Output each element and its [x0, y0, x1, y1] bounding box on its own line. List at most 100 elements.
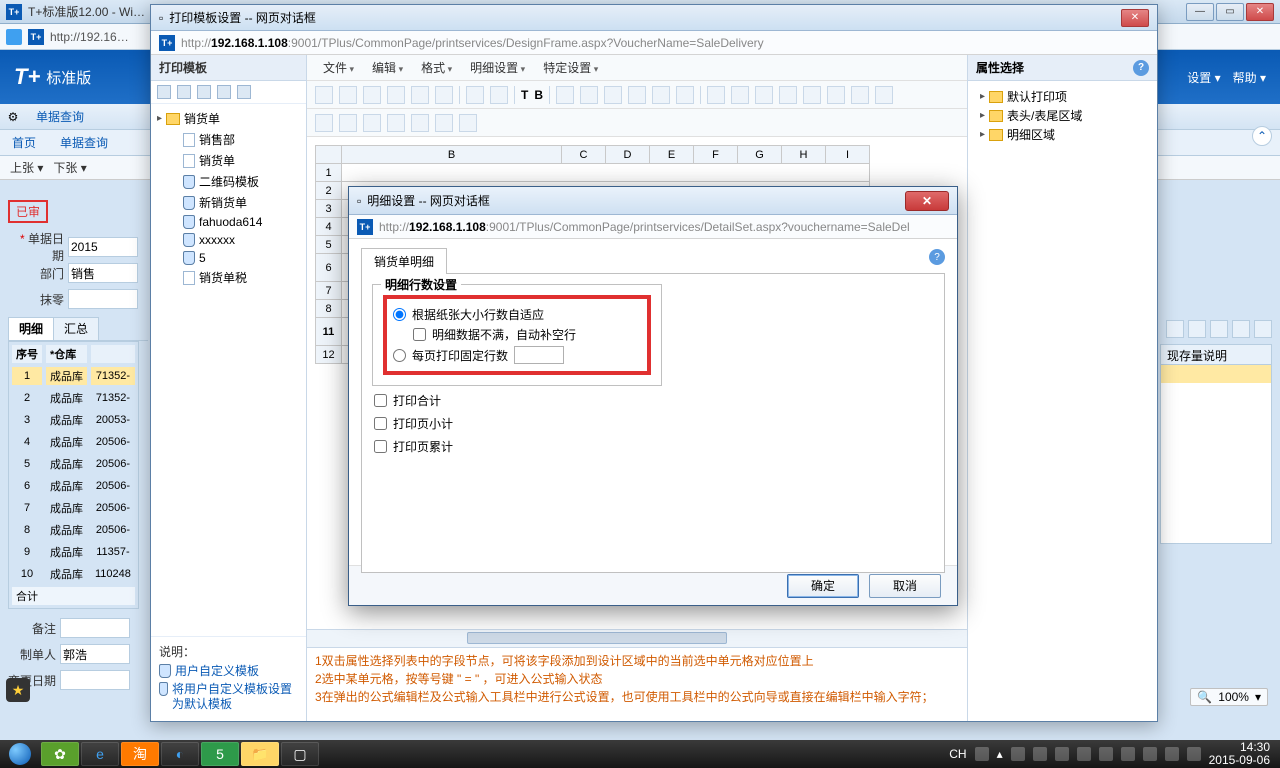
next-record[interactable]: 下张 ▾	[53, 159, 86, 176]
prop-node[interactable]: 明细区域	[974, 125, 1151, 144]
tray-icon[interactable]	[1055, 747, 1069, 761]
toolbar-icon[interactable]	[731, 86, 749, 104]
tree-item[interactable]: 销货单税	[155, 267, 302, 288]
nav-home[interactable]: 首页	[0, 134, 48, 151]
toolbar-icon[interactable]	[435, 114, 453, 132]
strip-label[interactable]: 单据查询	[26, 108, 94, 125]
tree-root[interactable]: 销货单	[155, 108, 302, 129]
toolbar-icon[interactable]	[827, 86, 845, 104]
toolbar-icon[interactable]	[875, 86, 893, 104]
new-icon[interactable]	[157, 85, 171, 99]
start-button[interactable]	[0, 740, 40, 768]
tray-icon[interactable]	[1187, 747, 1201, 761]
toolbar-icon[interactable]	[387, 86, 405, 104]
chgdate-input[interactable]	[60, 670, 130, 690]
round-input[interactable]	[68, 289, 138, 309]
tool-icon[interactable]	[1254, 320, 1272, 338]
table-row[interactable]: 6成品库20506-	[11, 476, 136, 496]
settings-menu[interactable]: 设置 ▾	[1187, 69, 1220, 86]
edit-icon[interactable]	[177, 85, 191, 99]
toolbar-icon[interactable]	[411, 114, 429, 132]
gear-icon[interactable]: ⚙	[0, 110, 26, 124]
menu-detail[interactable]: 明细设置	[462, 57, 533, 78]
horizontal-scrollbar[interactable]	[307, 629, 967, 647]
nav-query[interactable]: 单据查询	[48, 134, 120, 151]
bold-b-icon[interactable]: B	[534, 88, 543, 102]
menu-special[interactable]: 特定设置	[535, 57, 606, 78]
prev-record[interactable]: 上张 ▾	[10, 159, 43, 176]
help-icon[interactable]: ?	[1133, 60, 1149, 76]
taskbar-app[interactable]: 淘	[121, 742, 159, 766]
valign-icon[interactable]	[628, 86, 646, 104]
tree-item[interactable]: 5	[155, 249, 302, 267]
toolbar-icon[interactable]	[363, 114, 381, 132]
toolbar-icon[interactable]	[459, 114, 477, 132]
toolbar-icon[interactable]	[490, 86, 508, 104]
menu-format[interactable]: 格式	[413, 57, 460, 78]
dept-input[interactable]	[68, 263, 138, 283]
minimize-button[interactable]: —	[1186, 3, 1214, 21]
align-left-icon[interactable]	[556, 86, 574, 104]
tab-summary[interactable]: 汇总	[53, 317, 99, 340]
toolbar-icon[interactable]	[315, 86, 333, 104]
help-menu[interactable]: 帮助 ▾	[1233, 69, 1266, 86]
tab-detail[interactable]: 明细	[8, 317, 54, 340]
prop-node[interactable]: 默认打印项	[974, 87, 1151, 106]
cancel-button[interactable]: 取消	[869, 574, 941, 598]
table-row[interactable]: 2成品库71352-	[11, 388, 136, 408]
favorites-button[interactable]: ★	[6, 678, 30, 702]
tree-item[interactable]: fahuoda614	[155, 213, 302, 231]
toolbar-icon[interactable]	[339, 86, 357, 104]
maker-input[interactable]	[60, 644, 130, 664]
taskbar-app[interactable]: ◐	[161, 742, 199, 766]
dlg1-close-button[interactable]: ✕	[1121, 9, 1149, 27]
toolbar-icon[interactable]	[339, 114, 357, 132]
toolbar-icon[interactable]	[779, 86, 797, 104]
tray-icon[interactable]	[1121, 747, 1135, 761]
checkbox-fill-empty[interactable]	[413, 328, 426, 341]
dlg2-close-button[interactable]: ✕	[905, 191, 949, 211]
align-right-icon[interactable]	[604, 86, 622, 104]
toolbar-icon[interactable]	[755, 86, 773, 104]
menu-file[interactable]: 文件	[315, 57, 362, 78]
tray-icon[interactable]	[1099, 747, 1113, 761]
remark-input[interactable]	[60, 618, 130, 638]
checkbox-print-total[interactable]	[374, 394, 387, 407]
valign-icon[interactable]	[652, 86, 670, 104]
tree-item[interactable]: 新销货单	[155, 192, 302, 213]
ok-button[interactable]: 确定	[787, 574, 859, 598]
tray-icon[interactable]	[975, 747, 989, 761]
tray-icon[interactable]	[1033, 747, 1047, 761]
tree-item[interactable]: 二维码模板	[155, 171, 302, 192]
toolbar-icon[interactable]	[387, 114, 405, 132]
table-row[interactable]: 1成品库71352-	[11, 366, 136, 386]
tool-icon[interactable]	[1232, 320, 1250, 338]
toolbar-icon[interactable]	[363, 86, 381, 104]
table-row[interactable]: 8成品库20506-	[11, 520, 136, 540]
taskbar-app[interactable]: ✿	[41, 742, 79, 766]
close-button[interactable]: ✕	[1246, 3, 1274, 21]
tool-icon[interactable]	[1166, 320, 1184, 338]
radio-auto-rows[interactable]	[393, 308, 406, 321]
checkbox-page-subtotal[interactable]	[374, 417, 387, 430]
table-row[interactable]: 7成品库20506-	[11, 498, 136, 518]
toolbar-icon[interactable]	[435, 86, 453, 104]
delete-icon[interactable]	[197, 85, 211, 99]
zoom-control[interactable]: 🔍 100% ▾	[1190, 688, 1268, 706]
taskbar-app[interactable]: 5	[201, 742, 239, 766]
tool-icon[interactable]	[1210, 320, 1228, 338]
radio-fixed-rows[interactable]	[393, 349, 406, 362]
table-row[interactable]: 4成品库20506-	[11, 432, 136, 452]
tree-item[interactable]: 销售部	[155, 129, 302, 150]
dlg2-tab[interactable]: 销货单明细	[361, 248, 447, 274]
tray-icon[interactable]	[1077, 747, 1091, 761]
bold-icon[interactable]: T	[521, 88, 528, 102]
help-icon[interactable]: ?	[929, 249, 945, 265]
date-input[interactable]	[68, 237, 138, 257]
valign-icon[interactable]	[676, 86, 694, 104]
tray-icon[interactable]	[1011, 747, 1025, 761]
taskbar-explorer[interactable]: 📁	[241, 742, 279, 766]
tree-item[interactable]: xxxxxx	[155, 231, 302, 249]
tray-up-icon[interactable]: ▴	[997, 747, 1003, 761]
toolbar-icon[interactable]	[411, 86, 429, 104]
